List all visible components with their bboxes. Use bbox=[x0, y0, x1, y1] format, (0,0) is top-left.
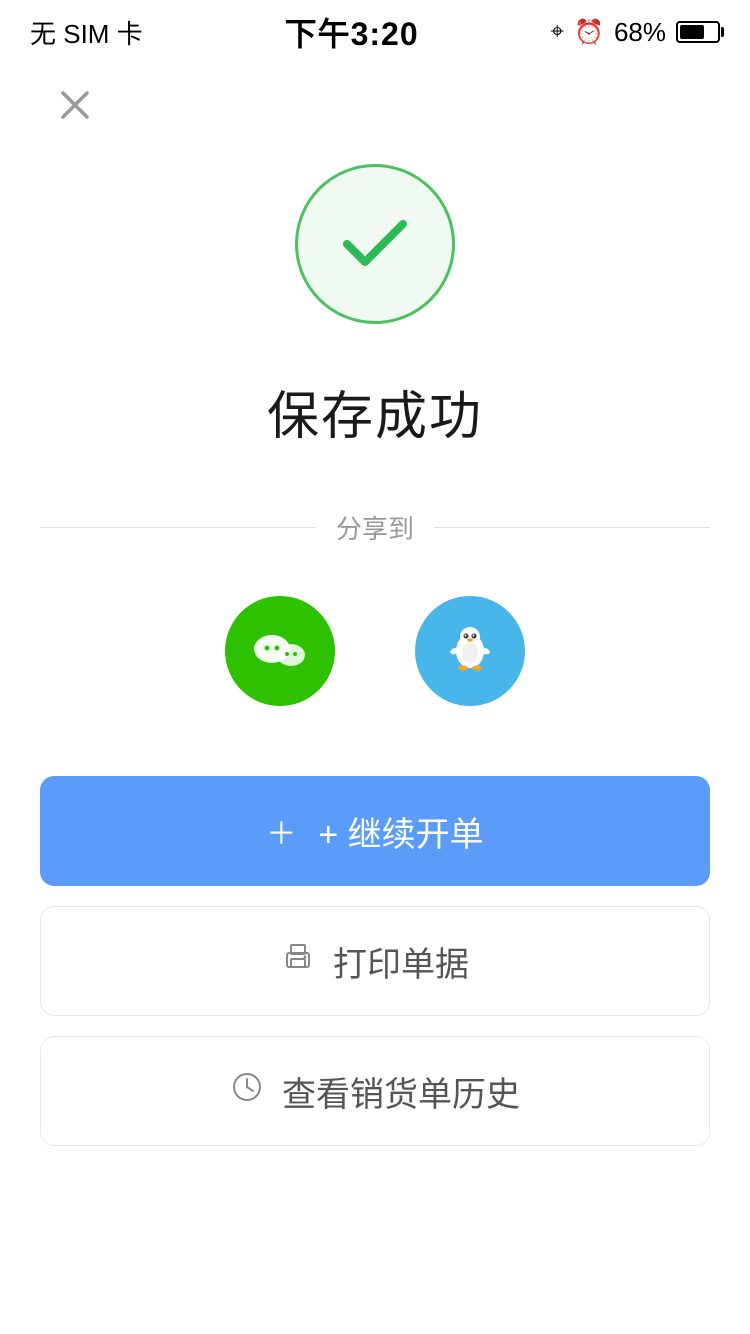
status-right: ⌖ ⏰ 68% bbox=[551, 17, 720, 48]
action-buttons: ＋ + 继续开单 打印单据 bbox=[0, 776, 750, 1146]
wechat-icon bbox=[248, 619, 312, 683]
success-title: 保存成功 bbox=[267, 374, 483, 449]
qq-share-button[interactable] bbox=[415, 596, 525, 706]
plus-icon: ＋ bbox=[266, 809, 296, 853]
continue-order-button[interactable]: ＋ + 继续开单 bbox=[40, 776, 710, 886]
share-label: 分享到 bbox=[336, 509, 414, 546]
checkmark-icon bbox=[335, 202, 415, 287]
history-label: 查看销货单历史 bbox=[282, 1067, 520, 1116]
printer-icon bbox=[281, 940, 315, 982]
status-time: 下午3:20 bbox=[285, 9, 419, 55]
share-divider: 分享到 bbox=[40, 509, 710, 546]
status-left: 无 SIM 卡 bbox=[30, 14, 153, 51]
battery-percent: 68% bbox=[614, 17, 666, 48]
history-button[interactable]: 查看销货单历史 bbox=[40, 1036, 710, 1146]
status-bar: 无 SIM 卡 下午3:20 ⌖ ⏰ 68% bbox=[0, 0, 750, 64]
print-button[interactable]: 打印单据 bbox=[40, 906, 710, 1016]
close-button[interactable] bbox=[50, 80, 100, 130]
clock-icon bbox=[230, 1070, 264, 1112]
qq-icon bbox=[438, 619, 502, 683]
location-icon: ⌖ bbox=[551, 18, 565, 46]
battery-icon bbox=[676, 21, 720, 43]
continue-label: + 继续开单 bbox=[318, 807, 483, 856]
success-icon-circle bbox=[295, 164, 455, 324]
share-section: 分享到 bbox=[0, 509, 750, 726]
wechat-share-button[interactable] bbox=[225, 596, 335, 706]
print-label: 打印单据 bbox=[333, 937, 469, 986]
share-icons bbox=[40, 596, 710, 706]
no-sim-text: 无 SIM 卡 bbox=[30, 14, 143, 51]
alarm-icon: ⏰ bbox=[574, 18, 604, 47]
main-content: 保存成功 分享到 bbox=[0, 64, 750, 1146]
